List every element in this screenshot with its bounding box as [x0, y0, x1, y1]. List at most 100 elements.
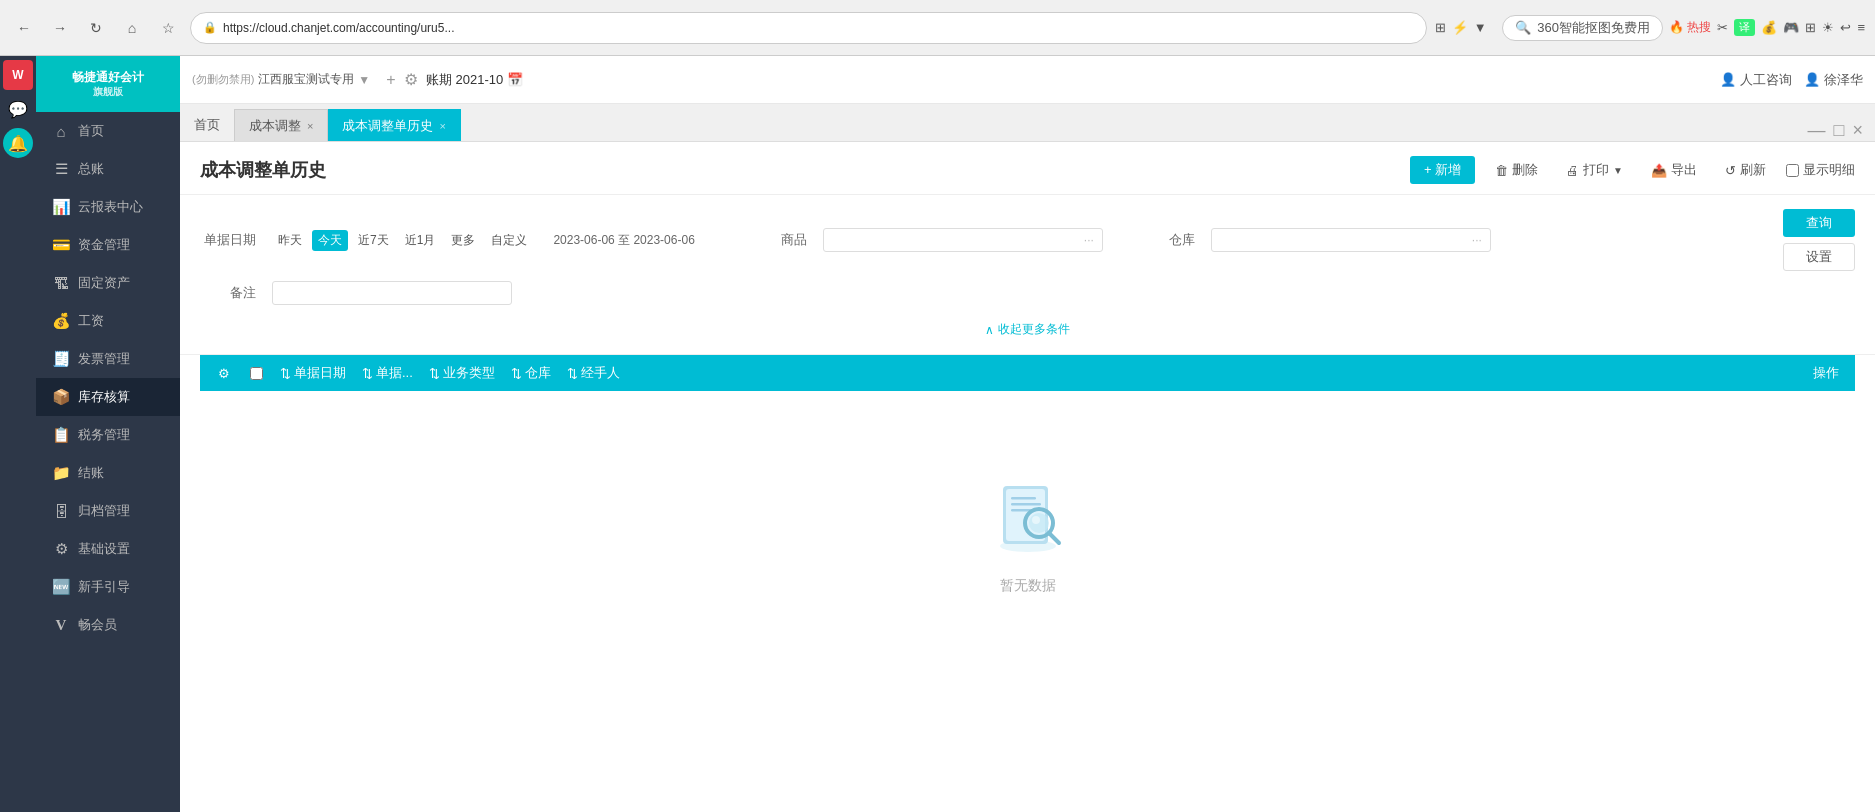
refresh-button[interactable]: ↺ 刷新	[1717, 157, 1774, 183]
show-cols-toggle[interactable]: 显示明细	[1786, 161, 1855, 179]
undo-icon[interactable]: ↩	[1840, 20, 1851, 35]
sidebar-item-payroll[interactable]: 💰 工资	[36, 302, 180, 340]
warehouse-selector[interactable]: ​ ···	[1211, 228, 1491, 252]
shortcut-7days[interactable]: 近7天	[352, 230, 395, 251]
sidebar-item-settings[interactable]: ⚙ 基础设置	[36, 530, 180, 568]
sidebar-item-funds[interactable]: 💳 资金管理	[36, 226, 180, 264]
sidebar-item-fixed-assets[interactable]: 🏗 固定资产	[36, 264, 180, 302]
col-header-warehouse[interactable]: ⇅ 仓库	[503, 355, 559, 391]
delete-button[interactable]: 🗑 删除	[1487, 157, 1546, 183]
forward-button[interactable]: →	[46, 14, 74, 42]
bookmark-button[interactable]: ☆	[154, 14, 182, 42]
sidebar-item-ledger[interactable]: ☰ 总账	[36, 150, 180, 188]
close-button[interactable]: ×	[1848, 120, 1867, 141]
app-logo: 畅捷通好会计 旗舰版	[36, 56, 180, 112]
query-button[interactable]: 查询	[1783, 209, 1855, 237]
select-all-checkbox[interactable]	[250, 367, 263, 380]
game-icon[interactable]: 🎮	[1783, 20, 1799, 35]
add-button[interactable]: + 新增	[1410, 156, 1475, 184]
export-button[interactable]: 📤 导出	[1643, 157, 1705, 183]
tab-cost-history-label: 成本调整单历史	[342, 117, 433, 135]
archive-icon: 🗄	[52, 503, 70, 520]
address-bar[interactable]: 🔒 https://cloud.chanjet.com/accounting/u…	[190, 12, 1427, 44]
tab-cost-adjustment-close[interactable]: ×	[307, 120, 313, 132]
rail-item-chat[interactable]: 💬	[3, 94, 33, 124]
sidebar-item-inventory[interactable]: 📦 库存核算	[36, 378, 180, 416]
sidebar-item-home[interactable]: ⌂ 首页	[36, 112, 180, 150]
maximize-button[interactable]: □	[1830, 120, 1849, 141]
period-label: 账期	[426, 71, 452, 89]
sidebar-item-closing[interactable]: 📁 结账	[36, 454, 180, 492]
shortcut-yesterday[interactable]: 昨天	[272, 230, 308, 251]
rail-item-notification[interactable]: 🔔	[3, 128, 33, 158]
table-settings-icon[interactable]: ⚙	[208, 355, 240, 391]
sidebar-item-invoice[interactable]: 🧾 发票管理	[36, 340, 180, 378]
minimize-button[interactable]: —	[1804, 120, 1830, 141]
table-select-all[interactable]	[240, 355, 272, 391]
col-number-label: 单据...	[376, 364, 413, 382]
sidebar-item-reports[interactable]: 📊 云报表中心	[36, 188, 180, 226]
apps-icon[interactable]: ⊞	[1435, 20, 1446, 35]
tab-cost-adjustment[interactable]: 成本调整 ×	[235, 109, 328, 141]
remark-input[interactable]	[272, 281, 512, 305]
filter-settings-button[interactable]: 设置	[1783, 243, 1855, 271]
col-header-biztype[interactable]: ⇅ 业务类型	[421, 355, 503, 391]
product-selector[interactable]: ​ ···	[823, 228, 1103, 252]
back-button[interactable]: ←	[10, 14, 38, 42]
sidebar-item-archive[interactable]: 🗄 归档管理	[36, 492, 180, 530]
show-cols-checkbox-input[interactable]	[1786, 164, 1799, 177]
sidebar-label-archive: 归档管理	[78, 502, 130, 520]
grid-icon[interactable]: ⊞	[1805, 20, 1816, 35]
wallet-icon[interactable]: 💰	[1761, 20, 1777, 35]
tab-home[interactable]: 首页	[180, 109, 235, 141]
shortcut-today[interactable]: 今天	[312, 230, 348, 251]
col-header-date[interactable]: ⇅ 单据日期	[272, 355, 354, 391]
add-company-button[interactable]: +	[386, 71, 395, 89]
shortcut-more[interactable]: 更多	[445, 230, 481, 251]
hot-search-badge: 🔥 热搜	[1669, 19, 1711, 36]
collapse-icon: ∧	[985, 323, 994, 337]
export-label: 导出	[1671, 161, 1697, 179]
sort-number-icon: ⇅	[362, 366, 373, 381]
col-header-handler[interactable]: ⇅ 经手人	[559, 355, 628, 391]
translate-icon[interactable]: 译	[1734, 19, 1755, 36]
sort-handler-icon: ⇅	[567, 366, 578, 381]
top-bar: (勿删勿禁用) 江西服宝测试专用 ▼ + ⚙ 账期 2021-10 📅 👤 人工…	[180, 56, 1875, 104]
period-selector[interactable]: 账期 2021-10 📅	[426, 71, 524, 89]
sort-biztype-icon: ⇅	[429, 366, 440, 381]
print-button[interactable]: 🖨 打印 ▼	[1558, 157, 1631, 183]
sidebar-item-tax[interactable]: 📋 税务管理	[36, 416, 180, 454]
sidebar-item-guide[interactable]: 🆕 新手引导	[36, 568, 180, 606]
sidebar: 畅捷通好会计 旗舰版 ⌂ 首页 ☰ 总账 📊 云报表中心 💳 资金管理 🏗 固定…	[36, 56, 180, 812]
shortcut-1month[interactable]: 近1月	[399, 230, 442, 251]
page-header: 成本调整单历史 + 新增 🗑 删除 🖨 打印 ▼ 📤 导出	[180, 142, 1875, 195]
funds-icon: 💳	[52, 236, 70, 254]
collapse-button[interactable]: ∧ 收起更多条件	[200, 315, 1855, 340]
filter-row-date: 单据日期 昨天 今天 近7天 近1月 更多 自定义 2023-06-06 至 2…	[200, 209, 1855, 271]
service-button[interactable]: 👤 人工咨询	[1720, 71, 1792, 89]
more-icon[interactable]: ≡	[1857, 20, 1865, 35]
reload-button[interactable]: ↻	[82, 14, 110, 42]
guide-icon: 🆕	[52, 578, 70, 596]
dropdown-icon[interactable]: ▼	[1474, 20, 1487, 35]
tab-cost-history[interactable]: 成本调整单历史 ×	[328, 109, 460, 141]
col-header-number[interactable]: ⇅ 单据...	[354, 355, 421, 391]
tab-cost-history-close[interactable]: ×	[439, 120, 445, 132]
scissors-icon[interactable]: ✂	[1717, 20, 1728, 35]
tab-home-label: 首页	[194, 116, 220, 134]
brightness-icon[interactable]: ☀	[1822, 20, 1834, 35]
bolt-icon[interactable]: ⚡	[1452, 20, 1468, 35]
page-actions: + 新增 🗑 删除 🖨 打印 ▼ 📤 导出 ↺	[1410, 156, 1855, 184]
settings-icon: ⚙	[52, 540, 70, 558]
sidebar-item-vip[interactable]: V 畅会员	[36, 606, 180, 644]
search-bar[interactable]: 🔍 360智能抠图免费用	[1502, 15, 1663, 41]
refresh-icon: ↺	[1725, 163, 1736, 178]
shortcut-custom[interactable]: 自定义	[485, 230, 533, 251]
company-selector[interactable]: (勿删勿禁用) 江西服宝测试专用 ▼	[192, 71, 370, 88]
home-button[interactable]: ⌂	[118, 14, 146, 42]
company-settings-icon[interactable]: ⚙	[404, 70, 418, 89]
rail-item-weibo[interactable]: W	[3, 60, 33, 90]
svg-rect-3	[1011, 497, 1036, 500]
user-menu[interactable]: 👤 徐泽华	[1804, 71, 1863, 89]
fixed-assets-icon: 🏗	[52, 275, 70, 292]
